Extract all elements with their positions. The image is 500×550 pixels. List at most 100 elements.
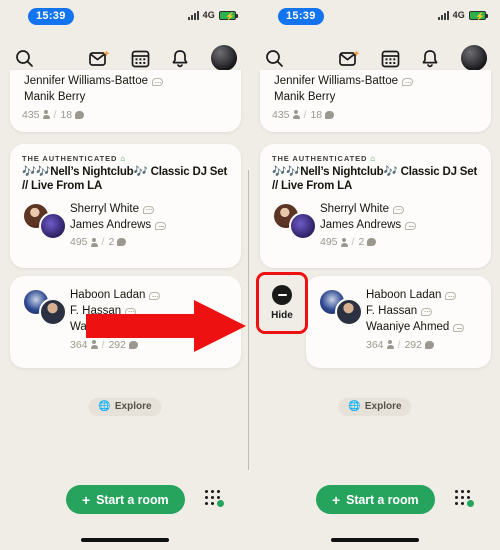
muted-bubble-icon <box>453 323 465 332</box>
message-count: 18 <box>310 108 323 121</box>
home-indicator <box>81 538 169 542</box>
avatar-image <box>461 45 487 71</box>
room-stats: 435 / 18 <box>22 109 229 121</box>
muted-bubble-icon <box>155 221 167 230</box>
stat-separator: / <box>101 236 105 249</box>
room-card[interactable]: THE AUTHENTICATED ⌂ 🎶🎶Nell’s Nightclub🎶 … <box>10 144 241 268</box>
speaker-row: Waaniye Ahmed <box>366 320 465 336</box>
status-time: 15:39 <box>278 8 324 25</box>
start-a-room-button[interactable]: + Start a room <box>316 485 435 514</box>
club-name: THE AUTHENTICATED <box>272 154 368 163</box>
invite-icon[interactable] <box>86 44 114 72</box>
speaker-row: James Andrews <box>320 218 417 234</box>
listener-count: 435 <box>272 108 290 121</box>
message-count: 2 <box>358 236 365 249</box>
room-title: 🎶🎶Nell’s Nightclub🎶 Classic DJ Set // Li… <box>22 166 228 193</box>
speaker-avatars <box>22 201 68 242</box>
globe-icon: 🌐 <box>98 401 111 412</box>
stat-separator: / <box>303 108 307 121</box>
speaking-bubble-icon <box>149 291 161 300</box>
speaker-avatars <box>272 201 318 242</box>
speaking-bubble-icon <box>445 291 457 300</box>
bell-icon[interactable] <box>416 44 444 72</box>
speaker-names: Sherryl White James Andrews 495 / 2 <box>318 202 417 249</box>
status-indicators: 4G ⚡ <box>187 10 238 21</box>
speaker-block: Sherryl White James Andrews 495 / 2 <box>272 201 479 249</box>
speaker-name: Waaniye Ahmed <box>366 320 450 333</box>
house-icon: ⌂ <box>120 154 127 163</box>
listener-count: 364 <box>70 338 88 351</box>
listener-count: 495 <box>70 236 88 249</box>
battery-charging-icon: ⚡ <box>469 10 488 21</box>
room-stats: 435 / 18 <box>272 109 479 121</box>
avatar <box>335 298 363 326</box>
listener-count: 495 <box>320 236 338 249</box>
speaking-bubble-icon <box>393 205 405 214</box>
club-label: THE AUTHENTICATED ⌂ <box>22 154 229 163</box>
person-icon <box>292 110 300 120</box>
calendar-icon[interactable] <box>126 44 154 72</box>
message-count: 292 <box>404 338 422 351</box>
speaker-avatars <box>318 288 364 328</box>
person-icon <box>90 237 98 247</box>
avatar[interactable] <box>210 44 238 72</box>
speaker-row: Manik Berry <box>274 90 479 106</box>
calendar-icon[interactable] <box>376 44 404 72</box>
explore-label: Explore <box>114 401 152 412</box>
status-bar: 15:39 4G ⚡ <box>250 0 500 34</box>
avatar <box>39 298 67 326</box>
speaker-row: F. Hassan <box>366 304 464 320</box>
room-card[interactable]: Jennifer Williams-Battoe Manik Berry 435… <box>10 70 241 132</box>
club-label: THE AUTHENTICATED ⌂ <box>272 154 479 163</box>
avatar <box>289 211 317 240</box>
person-icon <box>340 237 348 247</box>
speaker-row: Haboon Ladan <box>366 288 464 304</box>
home-indicator <box>331 538 419 542</box>
bottom-bar: + Start a room <box>0 478 250 550</box>
search-icon[interactable] <box>260 44 288 72</box>
house-icon: ⌂ <box>370 154 377 163</box>
status-indicators: 4G ⚡ <box>437 10 488 21</box>
people-grid-icon[interactable] <box>455 490 475 508</box>
speaking-bubble-icon <box>421 307 433 316</box>
people-grid-icon[interactable] <box>205 490 225 508</box>
speaker-avatars <box>22 288 68 328</box>
listener-count: 364 <box>366 338 384 351</box>
listener-count: 435 <box>22 108 40 121</box>
speaker-names: Jennifer Williams-Battoe Manik Berry <box>272 74 479 106</box>
start-a-room-label: Start a room <box>96 492 169 507</box>
explore-pill[interactable]: 🌐 Explore <box>338 398 412 416</box>
status-time: 15:39 <box>28 8 74 25</box>
right-panel: 15:39 4G ⚡ Jennifer Williams-Battoe Mani… <box>250 0 500 550</box>
speaker-names: Sherryl White James Andrews 495 / 2 <box>68 202 167 248</box>
speaking-bubble-icon <box>143 205 155 214</box>
room-stats: 495 / 2 <box>70 236 166 248</box>
explore-pill[interactable]: 🌐 Explore <box>88 398 162 416</box>
signal-bars-icon <box>187 10 199 20</box>
speaker-name: Jennifer Williams-Battoe <box>24 75 148 87</box>
network-label: 4G <box>202 10 215 20</box>
chat-bubble-icon <box>75 110 85 119</box>
avatar[interactable] <box>460 44 488 72</box>
start-a-room-label: Start a room <box>346 492 419 507</box>
speaker-name: Manik Berry <box>24 90 86 103</box>
room-card[interactable]: Jennifer Williams-Battoe Manik Berry 435… <box>260 70 491 132</box>
speaker-name: Manik Berry <box>274 90 336 103</box>
club-name: THE AUTHENTICATED <box>22 154 118 163</box>
message-count: 18 <box>60 108 73 121</box>
search-icon[interactable] <box>10 44 38 72</box>
chat-bubble-icon <box>117 238 127 247</box>
bell-icon[interactable] <box>166 44 194 72</box>
speaker-block: Sherryl White James Andrews 495 / 2 <box>22 201 229 248</box>
speaker-names: Jennifer Williams-Battoe Manik Berry <box>22 74 229 106</box>
start-a-room-button[interactable]: + Start a room <box>66 485 185 514</box>
invite-icon[interactable] <box>336 44 364 72</box>
plus-icon: + <box>332 491 341 508</box>
speaker-row: Sherryl White <box>70 202 166 218</box>
speaking-bubble-icon <box>401 77 413 86</box>
explore-label: Explore <box>364 401 402 412</box>
speaker-name: James Andrews <box>320 218 402 231</box>
speaker-row: Sherryl White <box>320 202 416 218</box>
room-card-swiped[interactable]: Haboon Ladan F. Hassan Waaniye Ahmed 364… <box>306 276 491 368</box>
room-card[interactable]: THE AUTHENTICATED ⌂ 🎶🎶Nell’s Nightclub🎶 … <box>260 144 491 268</box>
